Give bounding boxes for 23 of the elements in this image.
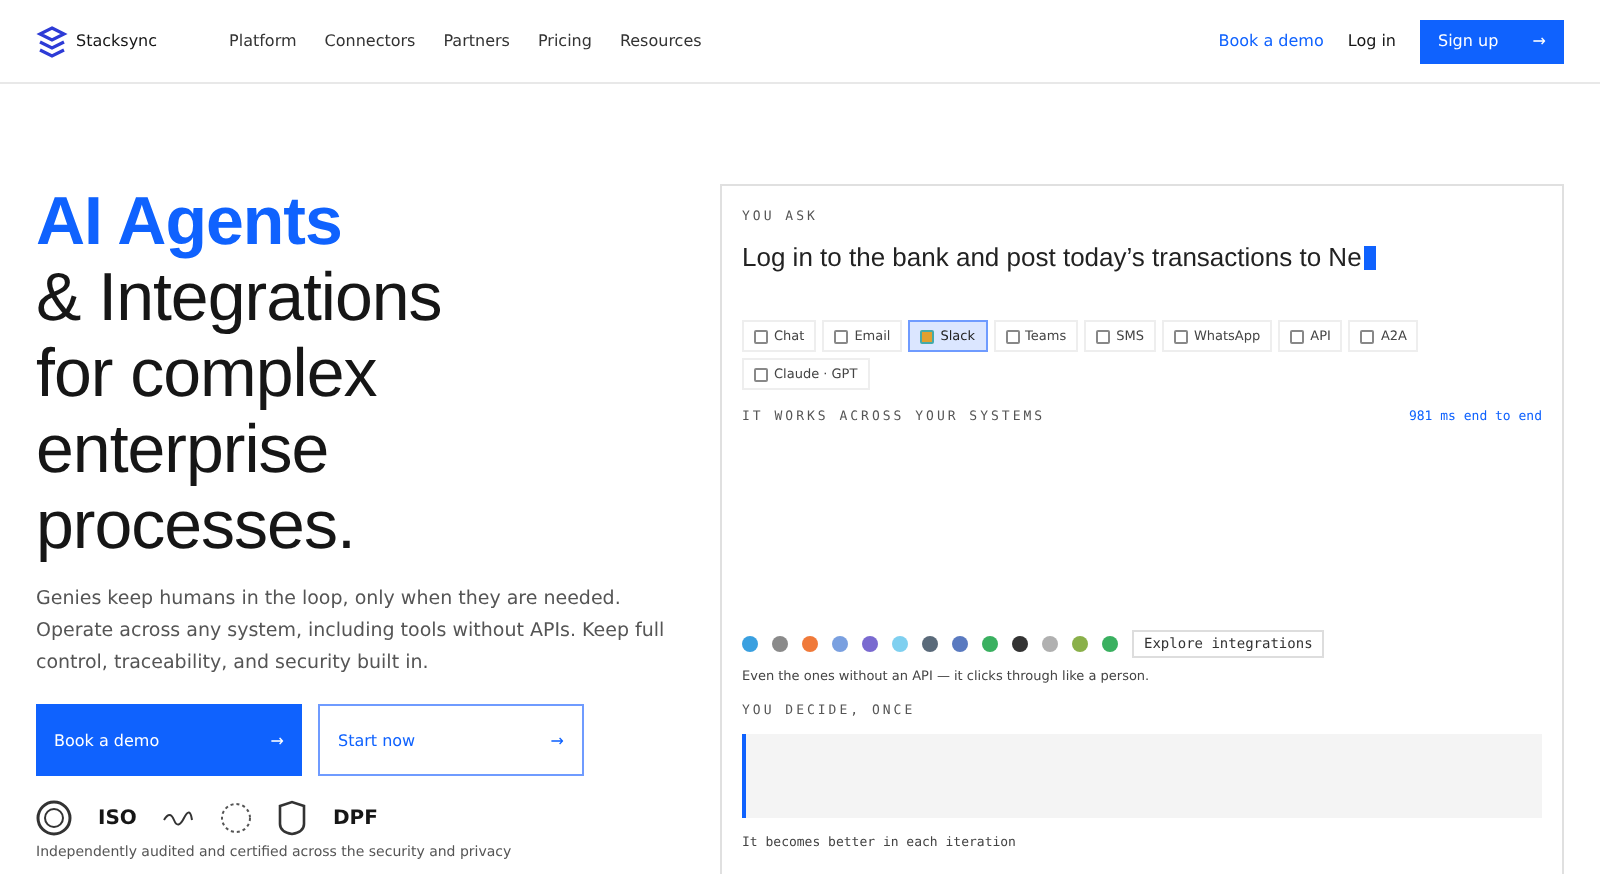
prompt-text: Log in to the bank and post today’s transactions to Ne: [742, 242, 1362, 272]
certification-label: DPF: [332, 807, 378, 829]
login-link[interactable]: Log in: [1347, 32, 1396, 50]
signature-icon: [162, 808, 195, 828]
start-now-button[interactable]: Start now →: [318, 704, 584, 776]
text-cursor: [1363, 245, 1376, 269]
logo-icon: [36, 25, 68, 57]
book-demo-link[interactable]: Book a demo: [1218, 32, 1324, 50]
nav-link[interactable]: Platform: [229, 32, 297, 50]
nav-link[interactable]: Pricing: [537, 32, 592, 50]
dotted-circle-icon: [220, 802, 253, 834]
nav-link[interactable]: Connectors: [324, 32, 416, 50]
hero-title: & Integrations for complex enterprise processes.: [36, 260, 442, 564]
hero-title-highlight: AI Agents: [36, 184, 344, 260]
certification-label: ISO: [98, 807, 137, 829]
nav-link[interactable]: Resources: [619, 32, 702, 50]
book-demo-button[interactable]: Book a demo →: [36, 704, 302, 776]
nav-link[interactable]: Partners: [443, 32, 510, 50]
shield-icon: [278, 800, 307, 836]
seal-icon: [36, 800, 72, 836]
signup-button[interactable]: Sign up →: [1420, 19, 1564, 63]
brand-name[interactable]: Stacksync: [76, 32, 158, 50]
hero-description: Genies keep humans in the loop, only when they are needed. Operate across any system, including tools without APIs. Keep full control, traceability, and security built in.: [36, 586, 667, 678]
